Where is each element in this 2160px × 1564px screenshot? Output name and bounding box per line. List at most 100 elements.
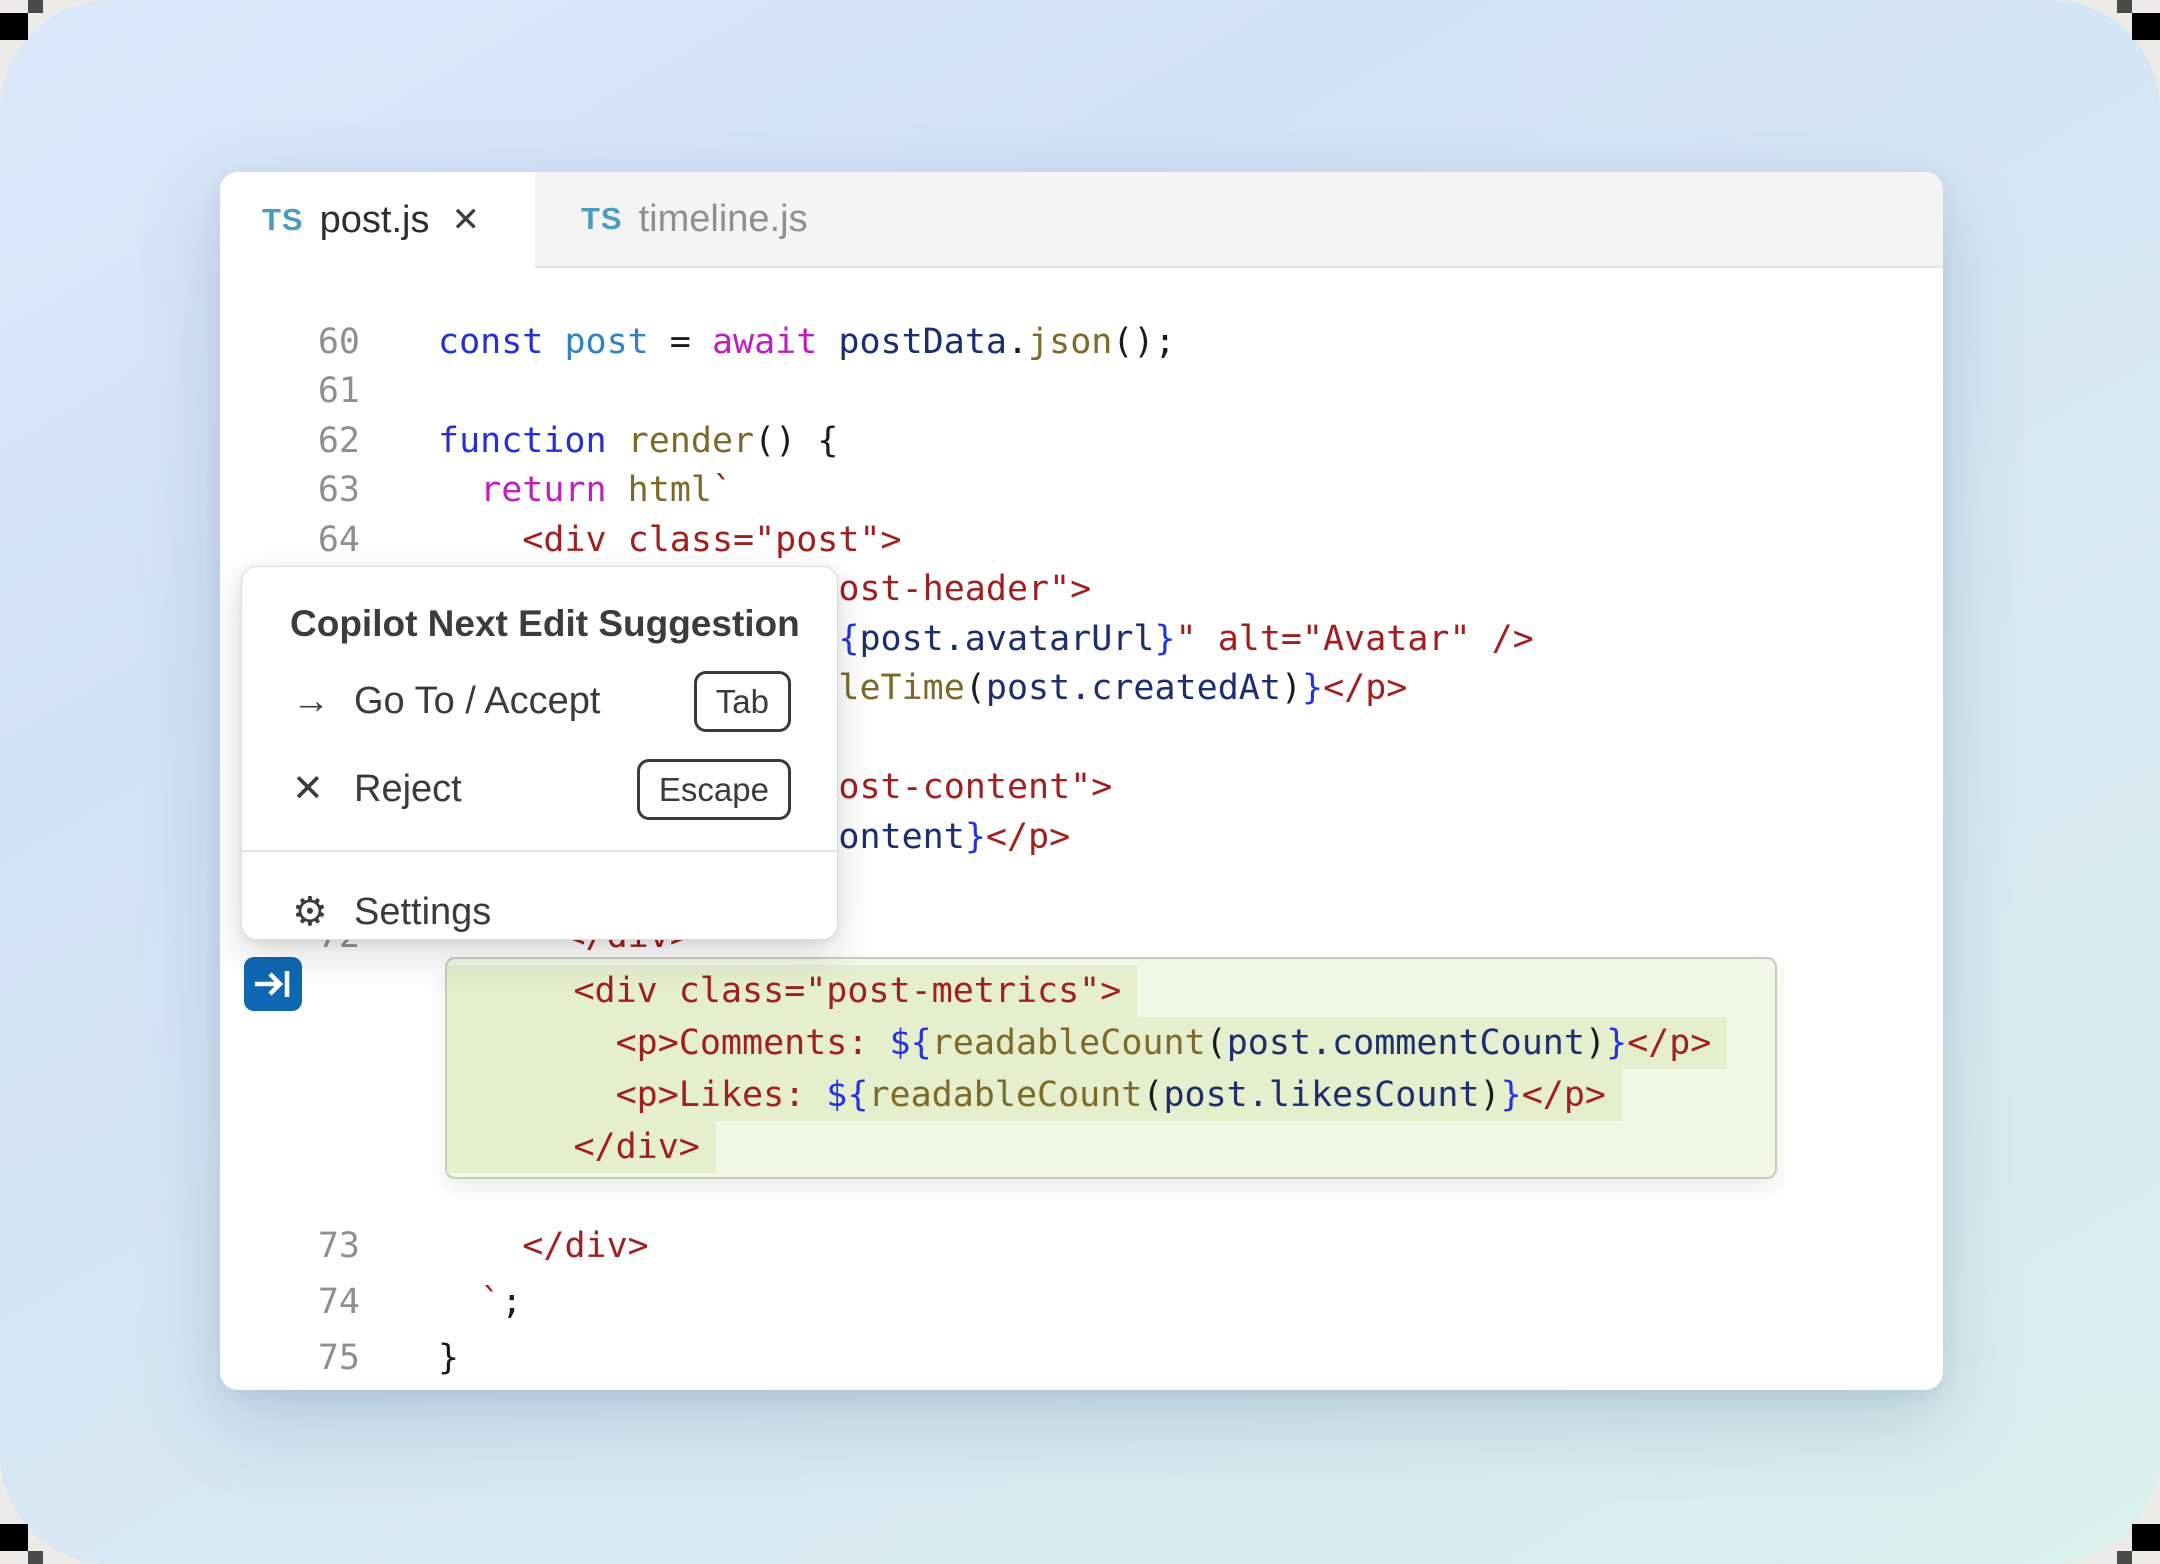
code-line[interactable]: 62 function render() { [220,416,1943,466]
code-token: </div> [573,1127,699,1167]
code-token: ${ [890,1023,932,1063]
menu-item-label: Settings [354,886,491,938]
code-token: <div class="post"> [522,520,901,560]
gear-icon: ⚙ [292,886,328,938]
code-token: } [965,817,986,857]
code-line[interactable]: 75} [220,1333,1943,1383]
menu-item-label: Reject [354,763,462,815]
line-number: 75 [220,1333,360,1383]
menu-item-go-to-accept[interactable]: → Go To / Accept Tab [242,675,837,727]
code-token: . [1007,322,1028,362]
code-token: render [628,421,754,461]
code-token: (); [1112,322,1175,362]
code-token: post.likesCount [1163,1075,1479,1115]
suggested-code-line: <p>Likes: ${readableCount(post.likesCoun… [447,1069,1775,1121]
code-token: } [438,1338,459,1378]
code-token: } [1302,668,1323,708]
line-number: 64 [220,515,360,565]
line-number: 60 [220,317,360,367]
code-token: readableCount [932,1023,1206,1063]
code-token [447,971,573,1011]
code-token: return [480,470,606,510]
code-token [438,520,522,560]
copilot-suggestion-block[interactable]: <div class="post-metrics"> <p>Comments: … [445,957,1777,1179]
code-token: </div> [522,1226,648,1266]
code-token: postData [838,322,1007,362]
code-line-text: } [438,1333,459,1383]
menu-item-label: Go To / Accept [354,675,600,727]
suggested-code-line: <p>Comments: ${readableCount(post.commen… [447,1017,1775,1069]
code-token: ` [712,470,733,510]
code-token: </p> [1522,1075,1606,1115]
code-token: } [1154,619,1175,659]
code-token [543,322,564,362]
suggested-line-highlight: <div class="post-metrics"> [447,965,1137,1017]
code-token: ( [965,668,986,708]
code-token [817,322,838,362]
code-token: ) [1281,668,1302,708]
code-token [447,1023,616,1063]
tab-key-badge: Tab [694,671,791,732]
escape-key-badge: Escape [637,759,791,820]
code-line-text: return html` [438,465,733,515]
code-line[interactable]: 63 return html` [220,465,1943,515]
arrow-to-bar-glyph [253,966,293,1002]
code-token: } [1501,1075,1522,1115]
line-number: 62 [220,416,360,466]
arrow-right-icon: → [292,675,330,727]
suggested-code-line: </div> [447,1121,1775,1173]
screenshot-stage: TS post.js ✕ TS timeline.js 60const post… [0,0,2160,1564]
code-token: = [649,322,712,362]
suggested-line-highlight: <p>Comments: ${readableCount(post.commen… [447,1017,1727,1069]
code-token [607,421,628,461]
code-token: ${ [826,1075,868,1115]
code-token: post [564,322,648,362]
menu-item-settings[interactable]: ⚙ Settings [242,886,837,938]
code-line-text: </div> [438,1221,649,1271]
popup-divider [242,850,837,852]
code-line[interactable]: 61 [220,366,1943,416]
code-token [447,1127,573,1167]
code-token: () { [754,421,838,461]
code-token: ` [480,1282,501,1322]
menu-item-reject[interactable]: ✕ Reject Escape [242,763,837,815]
copilot-nes-popup: Copilot Next Edit Suggestion → Go To / A… [241,566,838,940]
tab-jump-icon[interactable] [244,957,302,1011]
code-line-text: `; [438,1277,522,1327]
line-number: 61 [220,366,360,416]
code-token [607,470,628,510]
code-line[interactable]: 60 const post = await postData.json(); [220,317,1943,367]
code-line-text: function render() { [438,416,838,466]
code-token: post.commentCount [1227,1023,1585,1063]
line-number: 74 [220,1277,360,1327]
code-token: html [628,470,712,510]
code-token: } [1606,1023,1627,1063]
code-line-text: const post = await postData.json(); [438,317,1176,367]
code-token: " alt="Avatar" /> [1176,619,1534,659]
code-token: json [1028,322,1112,362]
code-line[interactable]: 64 <div class="post"> [220,515,1943,565]
code-token [438,1282,480,1322]
code-token [447,1075,616,1115]
line-number: 63 [220,465,360,515]
suggested-line-highlight: </div> [447,1121,716,1173]
code-token [438,1226,522,1266]
code-line[interactable]: 73 </div> [220,1221,1943,1271]
code-token: const [438,322,543,362]
code-token: </p> [986,817,1070,857]
code-token: </p> [1323,668,1407,708]
code-token: post.avatarUrl [859,619,1154,659]
code-token: <div class="post-metrics"> [573,971,1121,1011]
code-token: </p> [1627,1023,1711,1063]
code-token: function [438,421,607,461]
code-token [438,470,480,510]
code-token: ( [1206,1023,1227,1063]
editor-window: TS post.js ✕ TS timeline.js 60const post… [220,172,1943,1390]
suggested-line-highlight: <p>Likes: ${readableCount(post.likesCoun… [447,1069,1622,1121]
code-line[interactable]: 74 `; [220,1277,1943,1327]
code-token: ; [501,1282,522,1322]
line-number: 73 [220,1221,360,1271]
code-token: ) [1585,1023,1606,1063]
code-token: ) [1480,1075,1501,1115]
code-token: <p>Likes: [616,1075,827,1115]
